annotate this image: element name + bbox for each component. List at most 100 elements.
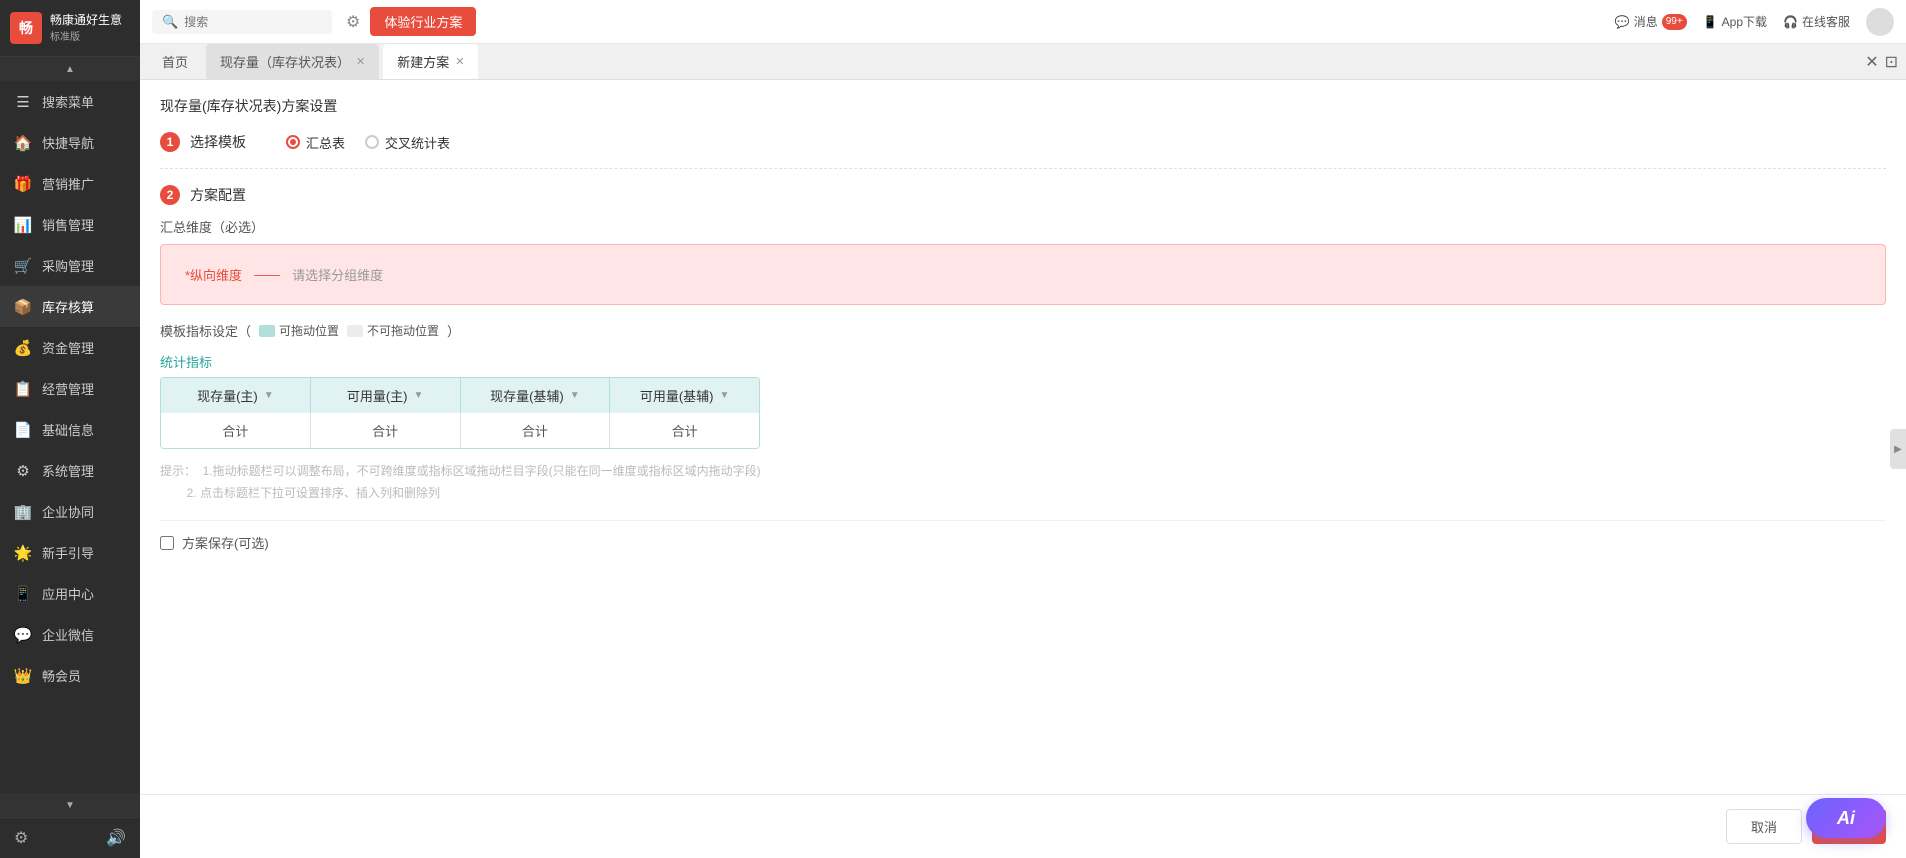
sidebar-item-purchase[interactable]: 🛒 采购管理 <box>0 245 140 286</box>
stats-col-label-0: 现存量(主) <box>197 386 258 405</box>
save-row: 方案保存(可选) <box>160 520 1886 564</box>
logo-text: 畅康通好生意 标准版 <box>50 13 122 44</box>
trial-btn[interactable]: 体验行业方案 <box>370 7 476 36</box>
radio-summary-circle <box>286 135 300 149</box>
save-checkbox[interactable] <box>160 536 174 550</box>
inventory-tab-label: 现存量（库存状况表） <box>220 52 350 71</box>
main-area: 🔍 ⚙ 体验行业方案 💬 消息 99+ 📱 App下载 🎧 在线客服 首页 <box>140 0 1906 858</box>
vertical-dim-area: *纵向维度 —— 请选择分组维度 <box>160 244 1886 305</box>
sidebar-item-newbie[interactable]: 🌟 新手引导 <box>0 532 140 573</box>
topbar-gear-icon[interactable]: ⚙ <box>346 12 360 32</box>
stats-col-down-3[interactable]: ▼ <box>720 390 730 401</box>
tabs-right: ✕ ⊡ <box>1865 52 1898 72</box>
gift-icon: 🎁 <box>14 175 32 193</box>
stats-body-col-2: 合计 <box>461 413 611 448</box>
topbar: 🔍 ⚙ 体验行业方案 💬 消息 99+ 📱 App下载 🎧 在线客服 <box>140 0 1906 44</box>
tab-new-scheme[interactable]: 新建方案 ✕ <box>383 44 478 79</box>
radio-cross[interactable]: 交叉统计表 <box>365 133 450 152</box>
search-box[interactable]: 🔍 <box>152 10 332 34</box>
sidebar-item-finance[interactable]: 💰 资金管理 <box>0 327 140 368</box>
stats-table: 现存量(主) ▼ 可用量(主) ▼ 现存量(基辅) ▼ 可用量(基辅) <box>160 377 760 449</box>
legend-fixed: 不可拖动位置 <box>347 322 439 339</box>
search-icon: 🔍 <box>162 14 178 30</box>
radio-cross-circle <box>365 135 379 149</box>
sidebar-item-system[interactable]: ⚙ 系统管理 <box>0 450 140 491</box>
radio-summary[interactable]: 汇总表 <box>286 133 345 152</box>
sidebar-item-basic-info[interactable]: 📄 基础信息 <box>0 409 140 450</box>
tab-inventory[interactable]: 现存量（库存状况表） ✕ <box>206 44 379 79</box>
tab-expand-icon[interactable]: ⊡ <box>1885 52 1898 72</box>
vertical-dim-placeholder[interactable]: 请选择分组维度 <box>292 265 383 284</box>
clipboard-icon: 📋 <box>14 380 32 398</box>
stats-col-label-1: 可用量(主) <box>347 386 408 405</box>
sidebar-item-sales[interactable]: 📊 销售管理 <box>0 204 140 245</box>
right-collapse-handle[interactable]: ▶ <box>1890 429 1906 469</box>
user-avatar[interactable] <box>1866 8 1894 36</box>
sidebar: 畅 畅康通好生意 标准版 ▲ ☰ 搜索菜单 🏠 快捷导航 🎁 营销推广 📊 销售… <box>0 0 140 858</box>
stats-body-col-0: 合计 <box>161 413 311 448</box>
stats-col-header-1: 可用量(主) ▼ <box>311 378 461 413</box>
stats-col-down-2[interactable]: ▼ <box>570 390 580 401</box>
mobile-icon: 📱 <box>14 585 32 603</box>
page-title: 现存量(库存状况表)方案设置 <box>160 96 1886 116</box>
sidebar-item-app-center[interactable]: 📱 应用中心 <box>0 573 140 614</box>
stats-table-body: 合计 合计 合计 合计 <box>161 413 759 448</box>
chat-icon: 💬 <box>14 626 32 644</box>
indicator-settings-label: 模板指标设定（ 可拖动位置 不可拖动位置 ） <box>160 321 1886 340</box>
movable-box <box>259 325 275 337</box>
chart-icon: 📊 <box>14 216 32 234</box>
section1-header: 1 选择模板 汇总表 交叉统计表 <box>160 132 1886 152</box>
content-area: 现存量(库存状况表)方案设置 1 选择模板 汇总表 交叉统计表 <box>140 80 1906 794</box>
sidebar-item-marketing[interactable]: 🎁 营销推广 <box>0 163 140 204</box>
messages-btn[interactable]: 💬 消息 99+ <box>1615 13 1687 30</box>
sidebar-item-inventory[interactable]: 📦 库存核算 <box>0 286 140 327</box>
ai-bubble[interactable]: Ai <box>1806 798 1886 838</box>
footer-btns: 取消 查询 <box>140 794 1906 858</box>
stats-col-label-2: 现存量(基辅) <box>490 386 564 405</box>
app-download-btn[interactable]: 📱 App下载 <box>1703 13 1767 30</box>
radio-cross-label: 交叉统计表 <box>385 133 450 152</box>
section2-title: 方案配置 <box>190 185 246 205</box>
sidebar-item-enterprise[interactable]: 🏢 企业协同 <box>0 491 140 532</box>
legend-movable-label: 可拖动位置 <box>279 322 339 339</box>
section1-title: 选择模板 <box>190 132 246 152</box>
fixed-box <box>347 325 363 337</box>
stats-table-header: 现存量(主) ▼ 可用量(主) ▼ 现存量(基辅) ▼ 可用量(基辅) <box>161 378 759 413</box>
sidebar-item-enterprise-wechat[interactable]: 💬 企业微信 <box>0 614 140 655</box>
search-input[interactable] <box>184 15 304 29</box>
sidebar-item-search-menu[interactable]: ☰ 搜索菜单 <box>0 81 140 122</box>
inventory-tab-close[interactable]: ✕ <box>356 55 365 68</box>
stats-col-header-0: 现存量(主) ▼ <box>161 378 311 413</box>
sidebar-bottom: ⚙ 🔊 <box>0 817 140 858</box>
building-icon: 🏢 <box>14 503 32 521</box>
new-tab-close[interactable]: ✕ <box>455 55 464 68</box>
section-config: 2 方案配置 汇总维度（必选） *纵向维度 —— 请选择分组维度 模板指标设定（ <box>160 185 1886 504</box>
sidebar-item-operation[interactable]: 📋 经营管理 <box>0 368 140 409</box>
stats-col-down-0[interactable]: ▼ <box>264 390 274 401</box>
stats-col-header-3: 可用量(基辅) ▼ <box>610 378 759 413</box>
tab-home[interactable]: 首页 <box>148 44 202 79</box>
tip-2: 2. 点击标题栏下拉可设置排序、插入列和删除列 <box>160 483 1886 505</box>
tabs-bar: 首页 现存量（库存状况表） ✕ 新建方案 ✕ ✕ ⊡ <box>140 44 1906 80</box>
cancel-button[interactable]: 取消 <box>1726 809 1802 844</box>
vertical-dim-label: *纵向维度 <box>185 265 242 284</box>
stats-col-down-1[interactable]: ▼ <box>414 390 424 401</box>
home-tab-label: 首页 <box>162 52 188 71</box>
stats-col-header-2: 现存量(基辅) ▼ <box>461 378 611 413</box>
sidebar-item-member[interactable]: 👑 畅会员 <box>0 655 140 696</box>
doc-icon: 📄 <box>14 421 32 439</box>
download-icon: 📱 <box>1703 15 1718 29</box>
legend-movable: 可拖动位置 <box>259 322 339 339</box>
sidebar-scroll-down[interactable]: ▼ <box>0 793 140 817</box>
sidebar-item-shortcut-nav[interactable]: 🏠 快捷导航 <box>0 122 140 163</box>
stats-body-col-3: 合计 <box>610 413 759 448</box>
tab-collapse-icon[interactable]: ✕ <box>1865 52 1878 72</box>
sidebar-scroll-up[interactable]: ▲ <box>0 57 140 81</box>
speaker-icon[interactable]: 🔊 <box>106 828 126 848</box>
tip-1: 提示： 1.拖动标题栏可以调整布局，不可跨维度或指标区域拖动栏目字段(只能在同一… <box>160 461 1886 483</box>
online-service-btn[interactable]: 🎧 在线客服 <box>1783 13 1850 30</box>
section-template: 1 选择模板 汇总表 交叉统计表 <box>160 132 1886 152</box>
settings-icon[interactable]: ⚙ <box>14 828 28 848</box>
logo-icon: 畅 <box>10 12 42 44</box>
money-icon: 💰 <box>14 339 32 357</box>
